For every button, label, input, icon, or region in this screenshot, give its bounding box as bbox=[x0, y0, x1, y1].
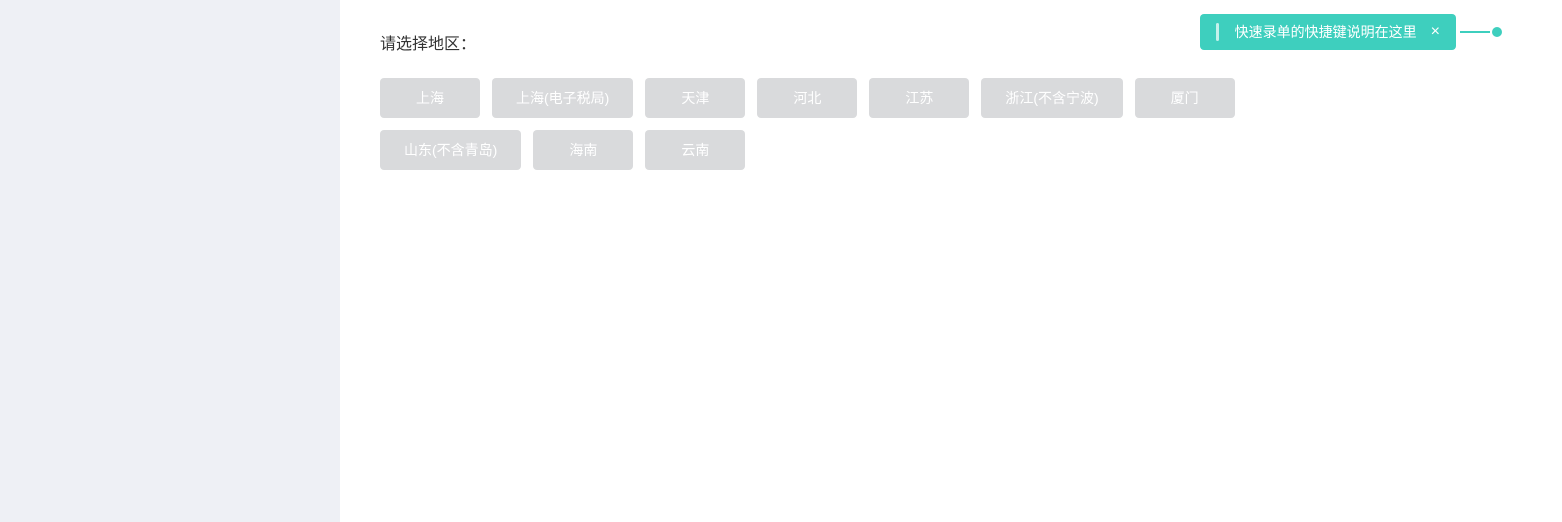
region-row-2: 山东(不含青岛) 海南云南 bbox=[380, 130, 1522, 170]
region-btn-shandong[interactable]: 山东(不含青岛) bbox=[380, 130, 521, 170]
region-btn-shanghai-etax[interactable]: 上海(电子税局) bbox=[492, 78, 633, 118]
region-btn-hainan[interactable]: 海南 bbox=[533, 130, 633, 170]
tooltip-text: 快速录单的快捷键说明在这里 bbox=[1235, 22, 1417, 42]
region-row-1: 上海上海(电子税局) 天津河北江苏浙江(不含宁波) 厦门 bbox=[380, 78, 1522, 118]
region-btn-yunnan[interactable]: 云南 bbox=[645, 130, 745, 170]
region-btn-xiamen[interactable]: 厦门 bbox=[1135, 78, 1235, 118]
region-btn-jiangsu[interactable]: 江苏 bbox=[869, 78, 969, 118]
tooltip-bar: 快速录单的快捷键说明在这里 × bbox=[1200, 14, 1502, 50]
region-btn-zhejiang[interactable]: 浙江(不含宁波) bbox=[981, 78, 1122, 118]
tooltip-line bbox=[1460, 31, 1490, 33]
region-btn-hebei[interactable]: 河北 bbox=[757, 78, 857, 118]
left-sidebar bbox=[0, 0, 340, 522]
tooltip-left-bar bbox=[1216, 23, 1219, 41]
tooltip-bubble: 快速录单的快捷键说明在这里 × bbox=[1200, 14, 1456, 50]
region-btn-tianjin[interactable]: 天津 bbox=[645, 78, 745, 118]
tooltip-close-button[interactable]: × bbox=[1431, 23, 1440, 41]
tooltip-dot bbox=[1492, 27, 1502, 37]
region-btn-shanghai[interactable]: 上海 bbox=[380, 78, 480, 118]
main-content: 请选择地区： 上海上海(电子税局)天津河北江苏浙江(不含宁波)厦门 山东(不含青… bbox=[340, 0, 1562, 522]
tooltip-connector bbox=[1460, 27, 1502, 37]
